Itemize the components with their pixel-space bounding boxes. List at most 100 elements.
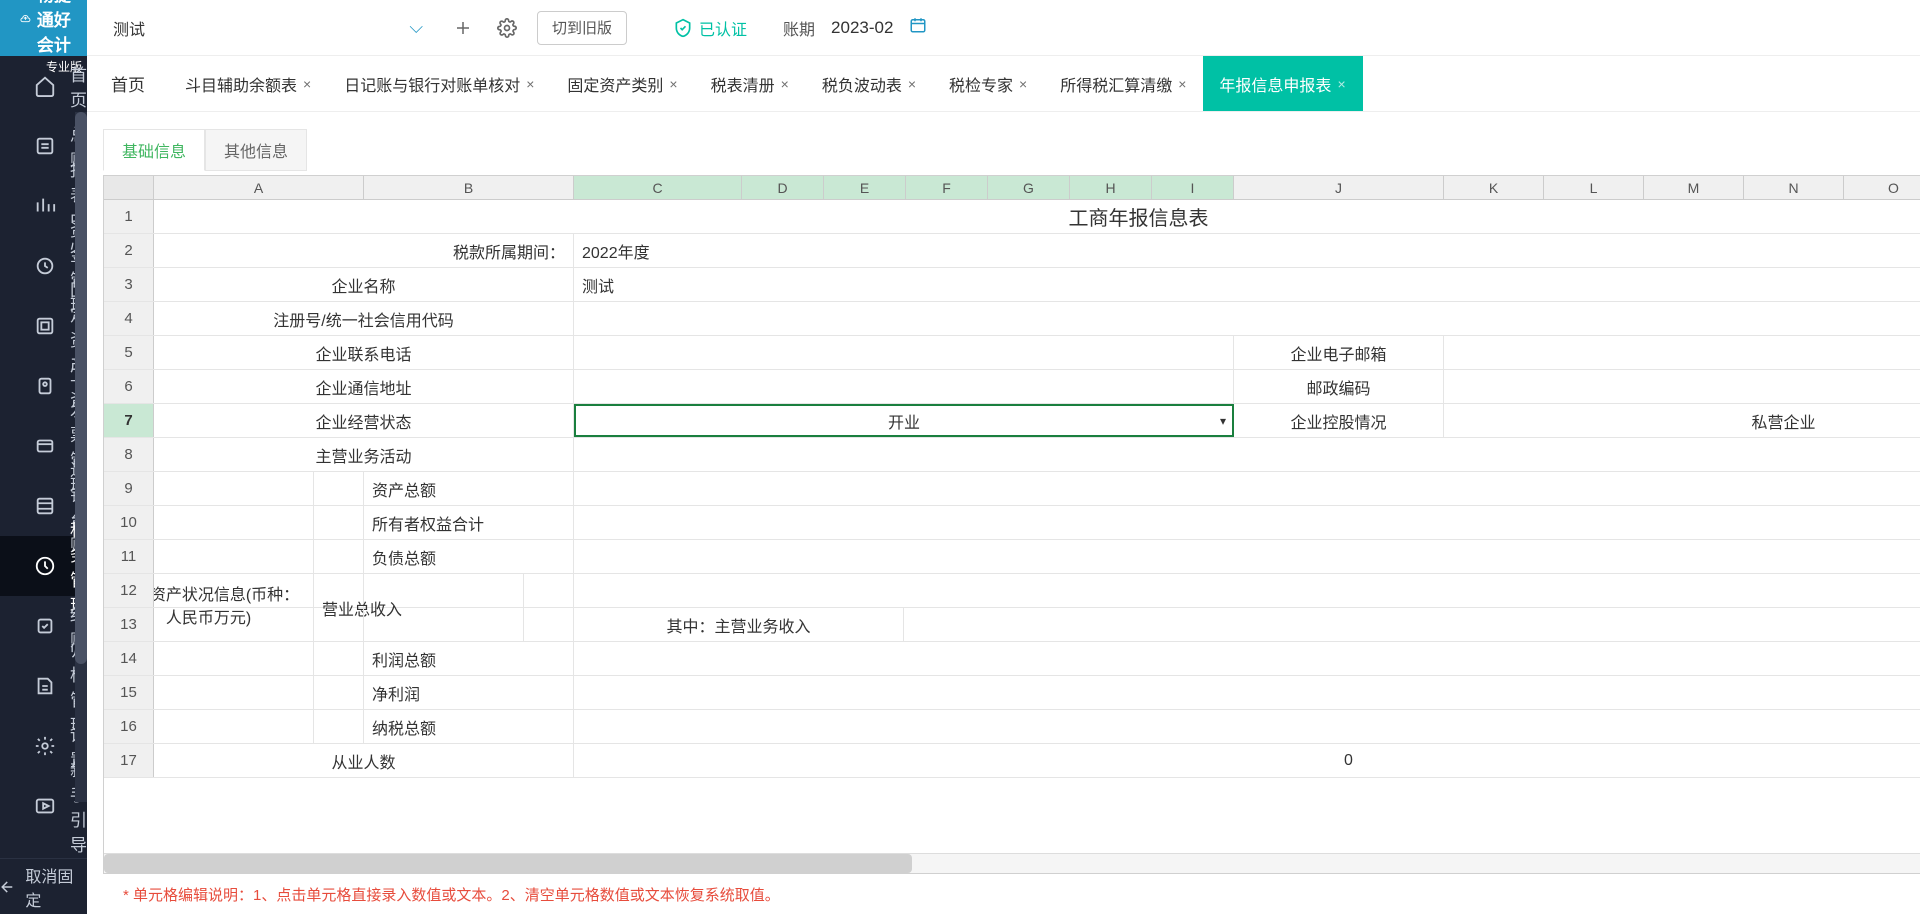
tab-close-7[interactable]: × [1337, 76, 1345, 92]
tabs-bar: 首页 斗目辅助余额表×日记账与银行对账单核对×固定资产类别×税表清册×税负波动表… [87, 56, 1920, 112]
period-value[interactable]: 2023-02 [831, 18, 893, 38]
row-15-label: 净利润 [364, 676, 574, 709]
tab-1[interactable]: 日记账与银行对账单核对× [328, 56, 551, 111]
tab-close-3[interactable]: × [781, 76, 789, 92]
row-header-12[interactable]: 12 [104, 574, 154, 607]
col-header-D[interactable]: D [742, 176, 824, 199]
unpin-button[interactable]: 取消固定 [0, 858, 87, 914]
sidebar-icon-10 [34, 675, 56, 697]
tab-2[interactable]: 固定资产类别× [551, 56, 694, 111]
sidebar-item-8[interactable]: 税务管理 [0, 536, 87, 596]
col-header-N[interactable]: N [1744, 176, 1844, 199]
row-header-13[interactable]: 13 [104, 608, 154, 641]
tab-6[interactable]: 所得税汇算清缴× [1044, 56, 1203, 111]
col-header-G[interactable]: G [988, 176, 1070, 199]
col-header-K[interactable]: K [1444, 176, 1544, 199]
settings-button[interactable] [493, 14, 521, 42]
row-6-label2: 邮政编码 [1234, 370, 1444, 403]
tab-4[interactable]: 税负波动表× [806, 56, 933, 111]
row-7-value[interactable]: 开业 [574, 404, 1234, 437]
subtab-other[interactable]: 其他信息 [205, 129, 307, 171]
row-6-value2[interactable] [1444, 370, 1920, 403]
tab-3[interactable]: 税表清册× [695, 56, 806, 111]
row-5-value[interactable] [574, 336, 1234, 369]
tab-close-0[interactable]: × [303, 76, 311, 92]
spreadsheet[interactable]: ABCDEFGHIJKLMNOPQ 1工商年报信息表2 税款所属期间： 2022… [103, 175, 1920, 874]
col-header-J[interactable]: J [1234, 176, 1444, 199]
tab-5[interactable]: 税检专家× [933, 56, 1044, 111]
sidebar-item-10[interactable]: 归档管理 [0, 656, 87, 716]
row-header-2[interactable]: 2 [104, 234, 154, 267]
tab-close-4[interactable]: × [908, 76, 916, 92]
sidebar-item-0[interactable]: 首页 [0, 56, 87, 116]
company-selector[interactable]: 测试 ⌵ [103, 10, 433, 46]
tab-close-2[interactable]: × [669, 76, 677, 92]
chevron-down-icon: ⌵ [409, 17, 423, 38]
period-value-cell[interactable]: 2022年度 [574, 234, 1920, 267]
select-all-corner[interactable] [104, 176, 154, 199]
row-13-sublabel: 其中：主营业务收入 [574, 608, 904, 641]
col-header-F[interactable]: F [906, 176, 988, 199]
footer-note: * 单元格编辑说明：1、点击单元格直接录入数值或文本。2、清空单元格数值或文本恢… [123, 884, 780, 905]
sidebar-icon-5 [34, 375, 56, 397]
col-header-M[interactable]: M [1644, 176, 1744, 199]
row-5-label: 企业联系电话 [154, 336, 574, 369]
row-7-label2: 企业控股情况 [1234, 404, 1444, 437]
row-header-4[interactable]: 4 [104, 302, 154, 335]
row-5-value2[interactable] [1444, 336, 1920, 369]
calendar-icon[interactable] [909, 16, 927, 39]
sidebar-scrollbar[interactable] [75, 112, 87, 802]
row-7-label: 企业经营状态 [154, 404, 574, 437]
row-header-10[interactable]: 10 [104, 506, 154, 539]
col-header-O[interactable]: O [1844, 176, 1920, 199]
row-header-11[interactable]: 11 [104, 540, 154, 573]
row-7-value2[interactable]: 私营企业 [1444, 404, 1920, 437]
row-header-6[interactable]: 6 [104, 370, 154, 403]
tab-0[interactable]: 斗目辅助余额表× [169, 56, 328, 111]
row-17-value[interactable]: 0 [574, 744, 1920, 777]
row-8-value[interactable] [574, 438, 1920, 471]
switch-version-button[interactable]: 切到旧版 [537, 11, 627, 45]
row-10-value[interactable] [574, 506, 1920, 539]
row-header-15[interactable]: 15 [104, 676, 154, 709]
row-header-17[interactable]: 17 [104, 744, 154, 777]
period-label: 账期 [783, 16, 815, 40]
row-16-value[interactable] [574, 710, 1920, 743]
row-header-7[interactable]: 7 [104, 404, 154, 437]
row-13-value[interactable] [904, 608, 1920, 641]
row-15-value[interactable] [574, 676, 1920, 709]
col-header-I[interactable]: I [1152, 176, 1234, 199]
row-header-3[interactable]: 3 [104, 268, 154, 301]
row-9-value[interactable] [574, 472, 1920, 505]
row-header-14[interactable]: 14 [104, 642, 154, 675]
row-header-5[interactable]: 5 [104, 336, 154, 369]
col-header-L[interactable]: L [1544, 176, 1644, 199]
topbar: 测试 ⌵ 切到旧版 已认证 账期 2023-02 人工咨询 [87, 0, 1920, 56]
add-button[interactable] [449, 14, 477, 42]
tab-close-6[interactable]: × [1178, 76, 1186, 92]
col-header-A[interactable]: A [154, 176, 364, 199]
col-header-H[interactable]: H [1070, 176, 1152, 199]
sidebar-item-4[interactable]: 固定资产 [0, 296, 87, 356]
tab-home[interactable]: 首页 [87, 56, 169, 111]
row-6-value[interactable] [574, 370, 1234, 403]
col-header-B[interactable]: B [364, 176, 574, 199]
row-11-value[interactable] [574, 540, 1920, 573]
sidebar-icon-3 [34, 255, 56, 277]
row-4-value[interactable] [574, 302, 1920, 335]
row-12-value[interactable] [574, 574, 1920, 607]
subtab-basic[interactable]: 基础信息 [103, 129, 205, 171]
sidebar-item-12[interactable]: 新手引导 [0, 776, 87, 836]
row-header-8[interactable]: 8 [104, 438, 154, 471]
row-3-value[interactable]: 测试 [574, 268, 1920, 301]
cell: 税款所属期间： [154, 234, 574, 267]
row-14-value[interactable] [574, 642, 1920, 675]
row-header-16[interactable]: 16 [104, 710, 154, 743]
row-header-1[interactable]: 1 [104, 200, 154, 233]
horizontal-scrollbar[interactable] [104, 853, 1920, 873]
col-header-C[interactable]: C [574, 176, 742, 199]
tab-7[interactable]: 年报信息申报表× [1203, 56, 1362, 111]
col-header-E[interactable]: E [824, 176, 906, 199]
tab-close-1[interactable]: × [526, 76, 534, 92]
tab-close-5[interactable]: × [1019, 76, 1027, 92]
